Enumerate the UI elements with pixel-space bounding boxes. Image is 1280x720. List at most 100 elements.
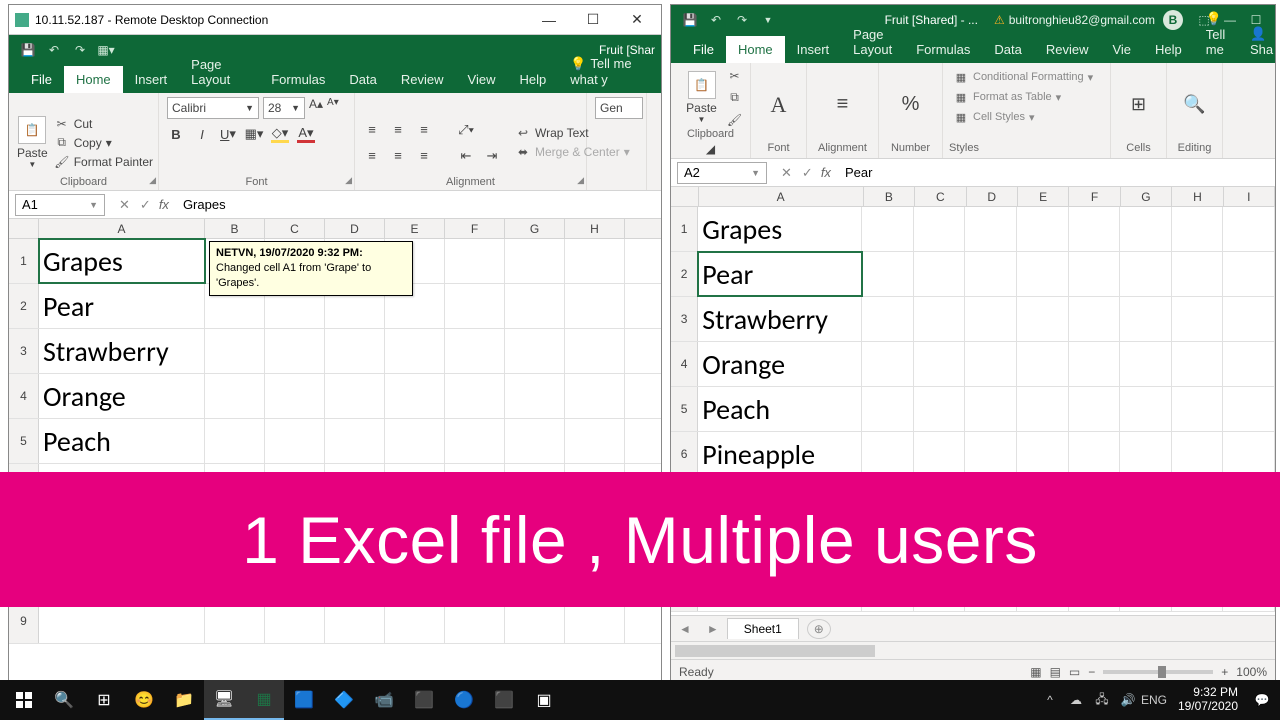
name-box-left[interactable]: A1▼ (15, 194, 105, 216)
cell[interactable] (914, 252, 966, 296)
cell[interactable] (1120, 252, 1172, 296)
qat-more-icon[interactable]: ▦▾ (97, 41, 115, 59)
cell[interactable] (862, 252, 914, 296)
cell[interactable] (445, 419, 505, 463)
fx-enter-icon[interactable]: ✓ (802, 165, 813, 181)
notifications-icon[interactable]: 💬 (1254, 692, 1270, 708)
network-icon[interactable]: 🖧 (1094, 692, 1110, 708)
search-icon[interactable]: 🔍 (44, 680, 84, 720)
cell[interactable] (1017, 387, 1069, 431)
fx-enter-icon[interactable]: ✓ (140, 197, 151, 213)
clock[interactable]: 9:32 PM 19/07/2020 (1172, 686, 1244, 714)
underline-button[interactable]: U▾ (219, 125, 237, 143)
tab-file[interactable]: File (681, 36, 726, 63)
chrome-icon[interactable]: 🔵 (444, 680, 484, 720)
cell[interactable] (1172, 342, 1224, 386)
cell[interactable] (1223, 342, 1275, 386)
cell[interactable] (1017, 207, 1069, 251)
row-header[interactable]: 3 (671, 297, 698, 341)
account-email[interactable]: buitronghieu82@gmail.com (1009, 13, 1155, 27)
cell[interactable] (565, 284, 625, 328)
cut-button[interactable]: ✂Cut (54, 116, 153, 132)
cut-icon[interactable]: ✂ (727, 68, 743, 84)
tab-formulas[interactable]: Formulas (259, 66, 337, 93)
row-header[interactable]: 4 (671, 342, 698, 386)
fx-cancel-icon[interactable]: ✕ (119, 197, 130, 213)
rdp-minimize-button[interactable]: — (527, 6, 571, 34)
row-header[interactable]: 4 (9, 374, 39, 418)
tab-help[interactable]: Help (1143, 36, 1194, 63)
cell[interactable] (1017, 252, 1069, 296)
cell[interactable] (965, 252, 1017, 296)
format-painter-button[interactable]: 🖌Format Painter (54, 154, 153, 170)
formula-input-left[interactable]: Grapes (179, 197, 661, 212)
cell[interactable] (1120, 207, 1172, 251)
language-icon[interactable]: ENG (1146, 692, 1162, 708)
align-middle-icon[interactable]: ≡ (389, 121, 407, 139)
row-header[interactable]: 5 (9, 419, 39, 463)
orientation-icon[interactable]: ⤢▾ (457, 121, 475, 139)
cell[interactable] (445, 374, 505, 418)
add-sheet-button[interactable]: ⊕ (807, 619, 831, 639)
cell[interactable] (1120, 432, 1172, 476)
col-header[interactable]: G (1121, 187, 1172, 206)
cell[interactable] (914, 342, 966, 386)
clipboard-launcher-icon[interactable]: ◢ (149, 175, 156, 186)
cell[interactable] (325, 419, 385, 463)
cell[interactable] (862, 342, 914, 386)
tab-help[interactable]: Help (507, 66, 558, 93)
cell[interactable]: Orange (698, 342, 862, 386)
cell[interactable]: Grapes (698, 207, 862, 251)
cell[interactable] (1017, 432, 1069, 476)
cell[interactable] (965, 432, 1017, 476)
paste-button[interactable]: 📋 Paste▼ (17, 97, 48, 188)
row-header[interactable]: 1 (671, 207, 698, 251)
tab-data[interactable]: Data (337, 66, 388, 93)
rdp-maximize-button[interactable]: ☐ (571, 6, 615, 34)
tab-view[interactable]: View (456, 66, 508, 93)
start-button[interactable] (4, 680, 44, 720)
avatar[interactable]: B (1163, 10, 1183, 30)
tab-insert[interactable]: Insert (785, 36, 842, 63)
view-normal-icon[interactable]: ▦ (1030, 665, 1041, 679)
cell[interactable] (1223, 252, 1275, 296)
cell[interactable] (1069, 342, 1121, 386)
group-cells[interactable]: ⊞ Cells (1111, 63, 1167, 158)
col-header[interactable]: D (967, 187, 1018, 206)
cell[interactable] (505, 419, 565, 463)
col-header[interactable]: B (864, 187, 915, 206)
terminal-icon[interactable]: ▣ (524, 680, 564, 720)
group-editing[interactable]: 🔍 Editing (1167, 63, 1223, 158)
cell[interactable] (385, 419, 445, 463)
col-header[interactable]: C (265, 219, 325, 238)
cell[interactable]: Peach (698, 387, 862, 431)
tab-view[interactable]: Vie (1100, 36, 1143, 63)
font-launcher-icon[interactable]: ◢ (345, 175, 352, 186)
cell[interactable] (265, 419, 325, 463)
bold-button[interactable]: B (167, 125, 185, 143)
tab-insert[interactable]: Insert (123, 66, 180, 93)
cell[interactable] (965, 342, 1017, 386)
file-explorer-icon[interactable]: 📁 (164, 680, 204, 720)
cell[interactable]: Pear (698, 252, 862, 296)
cell[interactable] (914, 297, 966, 341)
rdp-titlebar[interactable]: 10.11.52.187 - Remote Desktop Connection… (9, 5, 661, 35)
indent-dec-icon[interactable]: ⇤ (457, 147, 475, 165)
cell[interactable] (1120, 342, 1172, 386)
tray-chevron-icon[interactable]: ^ (1042, 692, 1058, 708)
app-icon[interactable]: 😊 (124, 680, 164, 720)
col-header[interactable]: F (445, 219, 505, 238)
undo-icon[interactable]: ↶ (45, 41, 63, 59)
select-all[interactable] (9, 219, 39, 238)
cell[interactable]: Peach (39, 419, 205, 463)
cell[interactable] (1069, 207, 1121, 251)
cell[interactable] (862, 297, 914, 341)
cell[interactable] (565, 419, 625, 463)
col-header[interactable]: G (505, 219, 565, 238)
cell[interactable] (205, 374, 265, 418)
cell[interactable] (1223, 297, 1275, 341)
cell[interactable] (385, 329, 445, 373)
fx-cancel-icon[interactable]: ✕ (781, 165, 792, 181)
cell[interactable] (1223, 432, 1275, 476)
col-header[interactable]: A (699, 187, 864, 206)
